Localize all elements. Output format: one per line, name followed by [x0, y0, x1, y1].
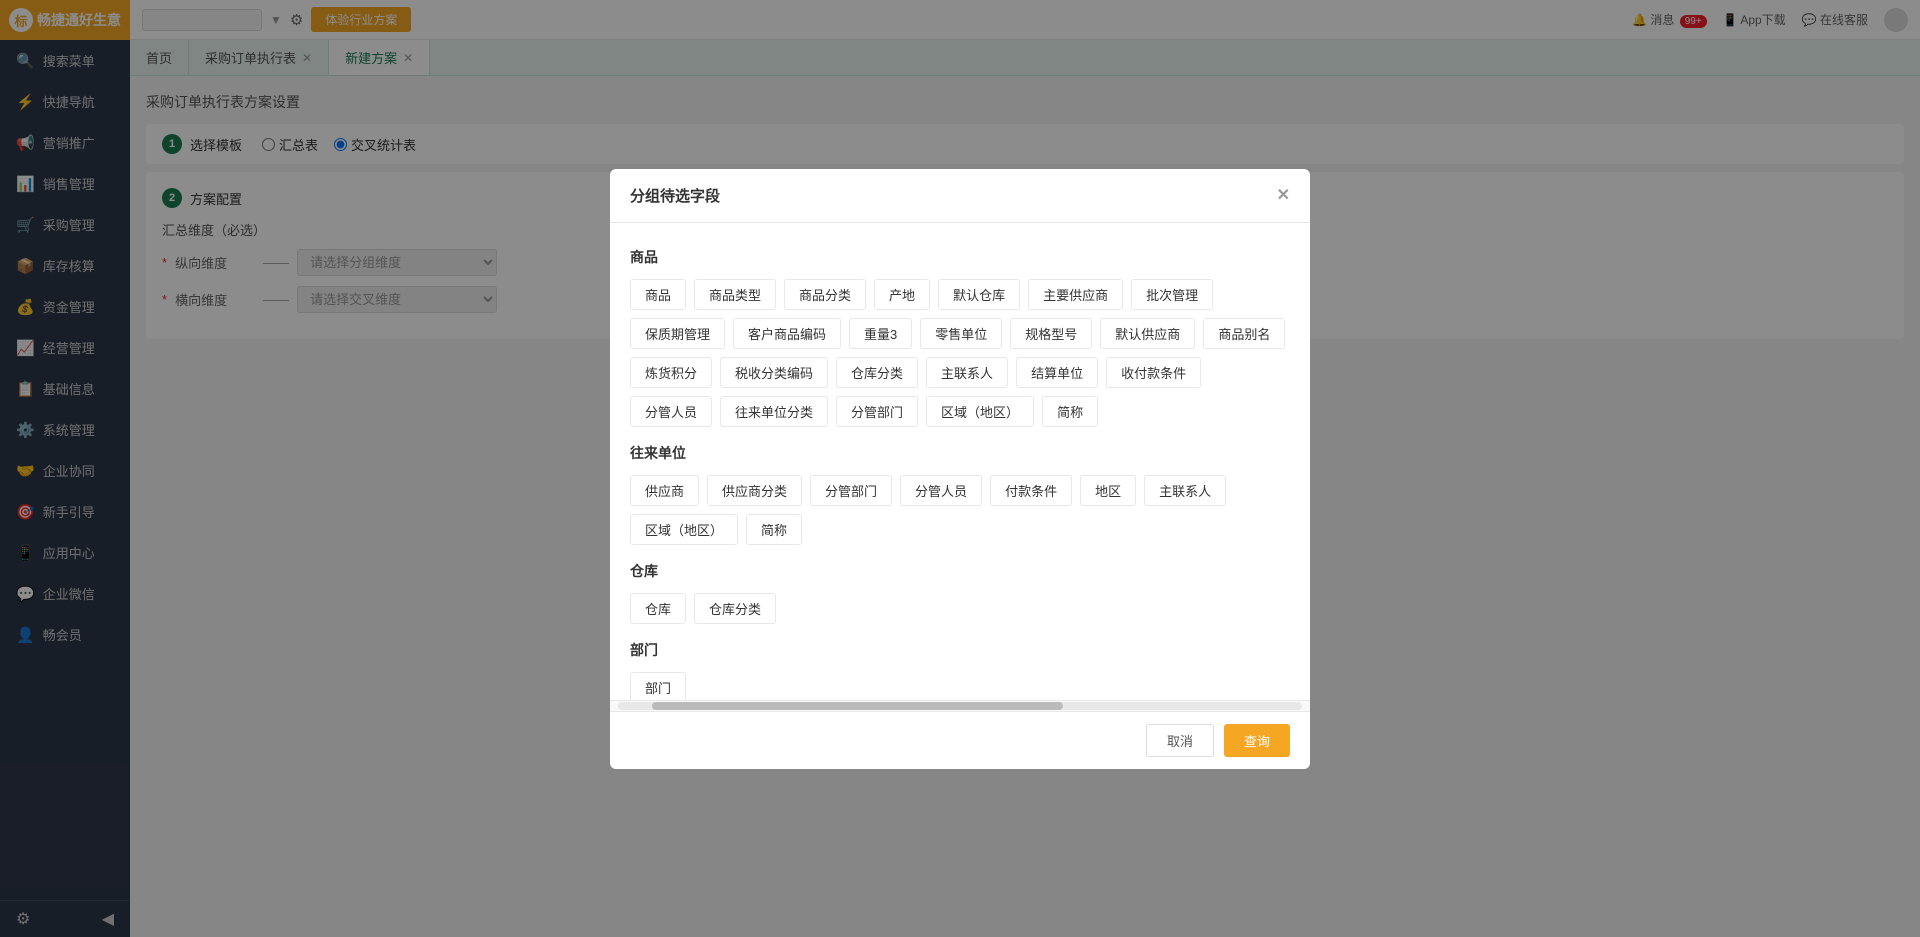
modal-overlay: 分组待选字段 ✕ 商品商品商品类型商品分类产地默认仓库主要供应商批次管理保质期管… [0, 0, 1920, 937]
field-selection-modal: 分组待选字段 ✕ 商品商品商品类型商品分类产地默认仓库主要供应商批次管理保质期管… [610, 169, 1310, 769]
hscroll-track [618, 702, 1302, 710]
field-tag-分管人员[interactable]: 分管人员 [630, 396, 712, 427]
field-tag-简称[interactable]: 简称 [746, 514, 802, 545]
field-tag-产地[interactable]: 产地 [874, 279, 930, 310]
modal-close-btn[interactable]: ✕ [1277, 185, 1290, 205]
field-tag-客户商品编码[interactable]: 客户商品编码 [733, 318, 841, 349]
field-tag-税收分类编码[interactable]: 税收分类编码 [720, 357, 828, 388]
field-tag-分管人员[interactable]: 分管人员 [900, 475, 982, 506]
field-tag-供应商分类[interactable]: 供应商分类 [707, 475, 802, 506]
field-group-product: 商品商品类型商品分类产地默认仓库主要供应商批次管理保质期管理客户商品编码重量3 零… [630, 279, 1290, 427]
section-title-product: 商品 [630, 247, 1290, 267]
field-tag-地区[interactable]: 地区 [1080, 475, 1136, 506]
section-title-warehouse: 仓库 [630, 561, 1290, 581]
modal-body[interactable]: 商品商品商品类型商品分类产地默认仓库主要供应商批次管理保质期管理客户商品编码重量… [610, 223, 1310, 701]
field-tag-部门[interactable]: 部门 [630, 672, 686, 701]
field-tag-主联系人[interactable]: 主联系人 [926, 357, 1008, 388]
section-title-department: 部门 [630, 640, 1290, 660]
field-group-department: 部门 [630, 672, 1290, 701]
field-tag-商品类型[interactable]: 商品类型 [694, 279, 776, 310]
field-tag-简称[interactable]: 简称 [1042, 396, 1098, 427]
confirm-button[interactable]: 查询 [1224, 724, 1290, 757]
field-tag-区域（地区）[interactable]: 区域（地区） [630, 514, 738, 545]
field-tag-默认仓库[interactable]: 默认仓库 [938, 279, 1020, 310]
field-tag-结算单位[interactable]: 结算单位 [1016, 357, 1098, 388]
field-tag-主要供应商[interactable]: 主要供应商 [1028, 279, 1123, 310]
field-tag-仓库[interactable]: 仓库 [630, 593, 686, 624]
field-tag-商品别名[interactable]: 商品别名 [1203, 318, 1285, 349]
field-tag-零售单位[interactable]: 零售单位 [920, 318, 1002, 349]
field-group-partner: 供应商供应商分类分管部门分管人员付款条件地区主联系人区域（地区） 简称 [630, 475, 1290, 545]
field-tag-主联系人[interactable]: 主联系人 [1144, 475, 1226, 506]
cancel-button[interactable]: 取消 [1146, 724, 1214, 757]
field-tag-仓库分类[interactable]: 仓库分类 [836, 357, 918, 388]
field-tag-规格型号[interactable]: 规格型号 [1010, 318, 1092, 349]
modal-title: 分组待选字段 [630, 185, 720, 206]
field-tag-供应商[interactable]: 供应商 [630, 475, 699, 506]
field-tag-收付款条件[interactable]: 收付款条件 [1106, 357, 1201, 388]
hscroll-thumb [652, 702, 1062, 710]
field-tag-付款条件[interactable]: 付款条件 [990, 475, 1072, 506]
field-tag-仓库分类[interactable]: 仓库分类 [694, 593, 776, 624]
field-tag-商品[interactable]: 商品 [630, 279, 686, 310]
field-tag-保质期管理[interactable]: 保质期管理 [630, 318, 725, 349]
field-tag-商品分类[interactable]: 商品分类 [784, 279, 866, 310]
field-tag-区域（地区）[interactable]: 区域（地区） [926, 396, 1034, 427]
field-tag-批次管理[interactable]: 批次管理 [1131, 279, 1213, 310]
section-title-partner: 往来单位 [630, 443, 1290, 463]
modal-footer: 取消 查询 [610, 711, 1310, 769]
field-tag-分管部门[interactable]: 分管部门 [810, 475, 892, 506]
field-tag-往来单位分类[interactable]: 往来单位分类 [720, 396, 828, 427]
modal-header: 分组待选字段 ✕ [610, 169, 1310, 223]
field-group-warehouse: 仓库仓库分类 [630, 593, 1290, 624]
field-tag-默认供应商[interactable]: 默认供应商 [1100, 318, 1195, 349]
field-tag-分管部门[interactable]: 分管部门 [836, 396, 918, 427]
field-tag-重量3[interactable]: 重量3 [849, 318, 912, 349]
field-tag-炼货积分[interactable]: 炼货积分 [630, 357, 712, 388]
modal-hscroll [610, 700, 1310, 710]
